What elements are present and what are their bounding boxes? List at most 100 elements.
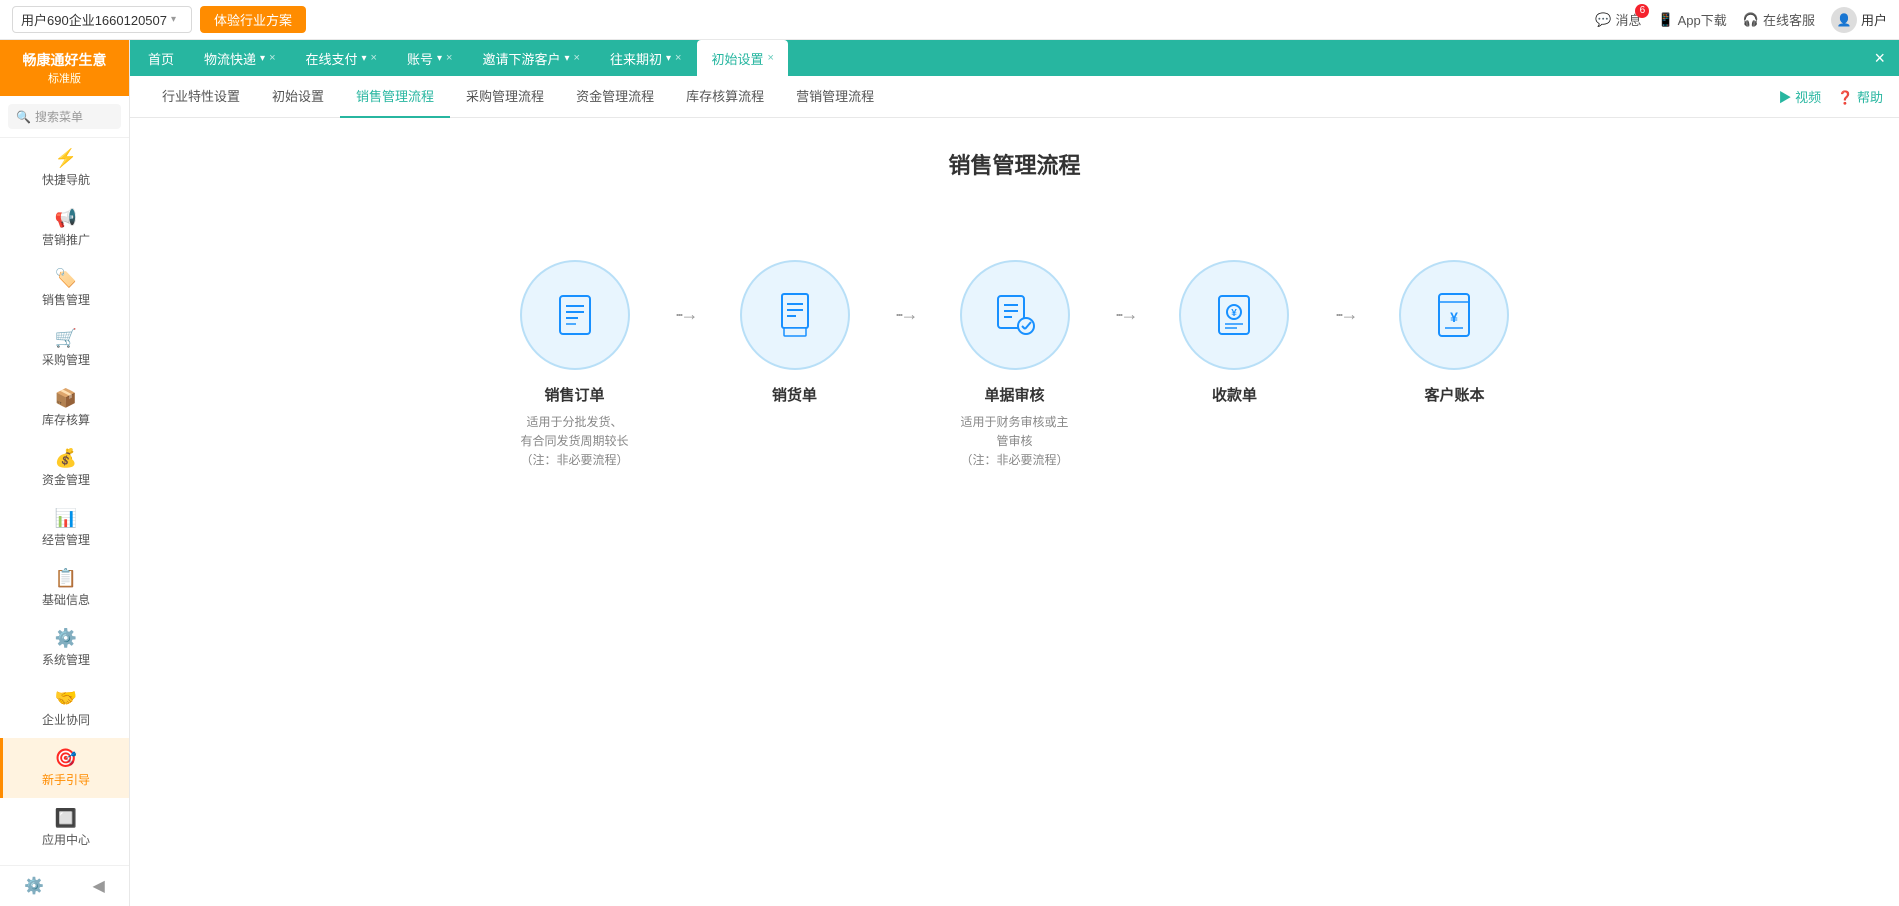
flow-step-customer-ledger[interactable]: ¥ 客户账本 bbox=[1354, 260, 1554, 413]
flow-step-sales-invoice[interactable]: 销货单 bbox=[695, 260, 895, 413]
page-title: 销售管理流程 bbox=[150, 148, 1879, 180]
message-badge: 6 bbox=[1635, 4, 1649, 18]
message-icon: 💬 bbox=[1595, 12, 1611, 28]
tab-payment[interactable]: 在线支付 ▾ × bbox=[292, 40, 391, 76]
flow-step-title: 收款单 bbox=[1212, 384, 1257, 405]
sidebar-item-inventory[interactable]: 📦 库存核算 bbox=[0, 378, 129, 438]
sidebar-search[interactable]: 🔍 搜索菜单 bbox=[0, 96, 129, 138]
sidebar-item-label: 资金管理 bbox=[42, 471, 90, 488]
search-menu-input[interactable]: 🔍 搜索菜单 bbox=[8, 104, 121, 129]
close-icon[interactable]: × bbox=[767, 52, 773, 64]
main-layout: 畅康通好生意 标准版 🔍 搜索菜单 ⚡ 快捷导航 📢 营销推广 🏷️ 销售管理 bbox=[0, 40, 1899, 906]
sub-tab-init[interactable]: 初始设置 bbox=[256, 76, 340, 118]
trial-industry-button[interactable]: 体验行业方案 bbox=[200, 6, 306, 33]
sidebar-item-label: 营销推广 bbox=[42, 231, 90, 248]
close-icon[interactable]: × bbox=[675, 52, 681, 64]
flow-circle-customer-ledger: ¥ bbox=[1399, 260, 1509, 370]
sales-icon: 🏷️ bbox=[55, 268, 77, 289]
top-header: 用户690企业1660120507 ▾ 体验行业方案 💬 6 消息 📱 App下… bbox=[0, 0, 1899, 40]
tab-payment-label: 在线支付 bbox=[306, 49, 358, 68]
sidebar-nav: ⚡ 快捷导航 📢 营销推广 🏷️ 销售管理 🛒 采购管理 📦 库存核算 💰 bbox=[0, 138, 129, 865]
tab-account-label: 账号 bbox=[407, 49, 433, 68]
sub-tab-purchase-flow[interactable]: 采购管理流程 bbox=[450, 76, 560, 118]
chevron-down-icon: ▾ bbox=[260, 53, 265, 64]
tab-past-period-label: 往来期初 bbox=[610, 49, 662, 68]
online-service-button[interactable]: 🎧 在线客服 bbox=[1743, 10, 1815, 29]
sidebar-item-basic-info[interactable]: 📋 基础信息 bbox=[0, 558, 129, 618]
flow-diagram: 销售订单 适用于分批发货、有合同发货周期较长（注：非必要流程） ···→ bbox=[150, 240, 1879, 491]
sub-tab-marketing-flow[interactable]: 营销管理流程 bbox=[780, 76, 890, 118]
user-selector[interactable]: 用户690企业1660120507 ▾ bbox=[12, 6, 192, 33]
tab-logistics-label: 物流快递 bbox=[204, 49, 256, 68]
sidebar-item-enterprise-wechat[interactable]: 💬 企业微信 bbox=[0, 858, 129, 865]
settings-bottom-icon[interactable]: ⚙️ bbox=[20, 872, 48, 900]
collapse-icon[interactable]: ◀ bbox=[88, 872, 108, 900]
sidebar-item-enterprise-coop[interactable]: 🤝 企业协同 bbox=[0, 678, 129, 738]
app-download-button[interactable]: 📱 App下载 bbox=[1657, 10, 1726, 29]
ops-icon: 📊 bbox=[55, 508, 77, 529]
tab-account[interactable]: 账号 ▾ × bbox=[393, 40, 466, 76]
sidebar-item-sys-mgmt[interactable]: ⚙️ 系统管理 bbox=[0, 618, 129, 678]
sub-tab-sales-flow[interactable]: 销售管理流程 bbox=[340, 76, 450, 118]
sidebar-item-app-center[interactable]: 🔲 应用中心 bbox=[0, 798, 129, 858]
flow-step-title: 单据审核 bbox=[984, 384, 1044, 405]
sub-tab-fund-flow[interactable]: 资金管理流程 bbox=[560, 76, 670, 118]
sidebar-item-quick-nav[interactable]: ⚡ 快捷导航 bbox=[0, 138, 129, 198]
headset-icon: 🎧 bbox=[1743, 12, 1759, 28]
flow-step-desc: 适用于分批发货、有合同发货周期较长（注：非必要流程） bbox=[521, 413, 629, 471]
flow-circle-receipt: ¥ bbox=[1179, 260, 1289, 370]
chevron-down-icon: ▾ bbox=[171, 14, 176, 25]
close-icon[interactable]: × bbox=[446, 52, 452, 64]
tab-home-label: 首页 bbox=[148, 49, 174, 68]
sub-tab-marketing-flow-label: 营销管理流程 bbox=[796, 86, 874, 105]
flow-step-title: 销货单 bbox=[772, 384, 817, 405]
play-icon: ▶ bbox=[1779, 90, 1792, 105]
message-button[interactable]: 💬 6 消息 bbox=[1595, 10, 1641, 29]
logo-main: 畅康通好生意 bbox=[23, 50, 107, 70]
sidebar: 畅康通好生意 标准版 🔍 搜索菜单 ⚡ 快捷导航 📢 营销推广 🏷️ 销售管理 bbox=[0, 40, 130, 906]
flow-circle-sales-order bbox=[520, 260, 630, 370]
close-icon[interactable]: × bbox=[269, 52, 275, 64]
sidebar-item-sales-mgmt[interactable]: 🏷️ 销售管理 bbox=[0, 258, 129, 318]
sidebar-item-purchase-mgmt[interactable]: 🛒 采购管理 bbox=[0, 318, 129, 378]
flow-arrow-4: ···→ bbox=[1334, 260, 1354, 325]
sidebar-item-label: 库存核算 bbox=[42, 411, 90, 428]
chevron-down-icon: ▾ bbox=[564, 53, 569, 64]
close-all-tabs-button[interactable]: × bbox=[1864, 48, 1895, 69]
user-avatar-button[interactable]: 👤 用户 bbox=[1831, 7, 1887, 33]
sub-tab-fund-flow-label: 资金管理流程 bbox=[576, 86, 654, 105]
tab-invite-customer[interactable]: 邀请下游客户 ▾ × bbox=[468, 40, 593, 76]
flow-step-doc-review[interactable]: 单据审核 适用于财务审核或主管审核（注：非必要流程） bbox=[915, 260, 1115, 471]
tab-init-setup[interactable]: 初始设置 × bbox=[697, 40, 787, 76]
flow-step-title: 客户账本 bbox=[1424, 384, 1484, 405]
flow-step-receipt[interactable]: ¥ 收款单 bbox=[1134, 260, 1334, 413]
sidebar-item-finance-mgmt[interactable]: 💰 资金管理 bbox=[0, 438, 129, 498]
sidebar-item-label: 新手引导 bbox=[42, 771, 90, 788]
sidebar-item-label: 系统管理 bbox=[42, 651, 90, 668]
logo-area: 畅康通好生意 标准版 bbox=[0, 40, 129, 96]
search-placeholder: 搜索菜单 bbox=[35, 108, 83, 125]
tab-init-setup-label: 初始设置 bbox=[711, 49, 763, 68]
close-icon[interactable]: × bbox=[574, 52, 580, 64]
tab-past-period[interactable]: 往来期初 ▾ × bbox=[596, 40, 695, 76]
avatar: 👤 bbox=[1831, 7, 1857, 33]
sidebar-item-marketing-promo[interactable]: 📢 营销推广 bbox=[0, 198, 129, 258]
flow-step-sales-order[interactable]: 销售订单 适用于分批发货、有合同发货周期较长（注：非必要流程） bbox=[475, 260, 675, 471]
video-button[interactable]: ▶ 视频 bbox=[1779, 87, 1822, 106]
tab-logistics[interactable]: 物流快递 ▾ × bbox=[190, 40, 289, 76]
sub-tab-inventory-flow[interactable]: 库存核算流程 bbox=[670, 76, 780, 118]
help-button[interactable]: ❓ 帮助 bbox=[1837, 87, 1883, 106]
sidebar-item-ops-mgmt[interactable]: 📊 经营管理 bbox=[0, 498, 129, 558]
search-icon: 🔍 bbox=[16, 110, 31, 124]
sidebar-item-label: 销售管理 bbox=[42, 291, 90, 308]
sub-tab-actions: ▶ 视频 ❓ 帮助 bbox=[1779, 87, 1883, 106]
tab-home[interactable]: 首页 bbox=[134, 40, 188, 76]
app-center-icon: 🔲 bbox=[55, 808, 77, 829]
close-icon[interactable]: × bbox=[371, 52, 377, 64]
flow-step-title: 销售订单 bbox=[545, 384, 605, 405]
svg-text:¥: ¥ bbox=[1451, 309, 1459, 325]
sub-tab-inventory-flow-label: 库存核算流程 bbox=[686, 86, 764, 105]
user-name-label: 用户 bbox=[1861, 10, 1887, 29]
sub-tab-industry[interactable]: 行业特性设置 bbox=[146, 76, 256, 118]
sidebar-item-new-guide[interactable]: 🎯 新手引导 bbox=[0, 738, 129, 798]
